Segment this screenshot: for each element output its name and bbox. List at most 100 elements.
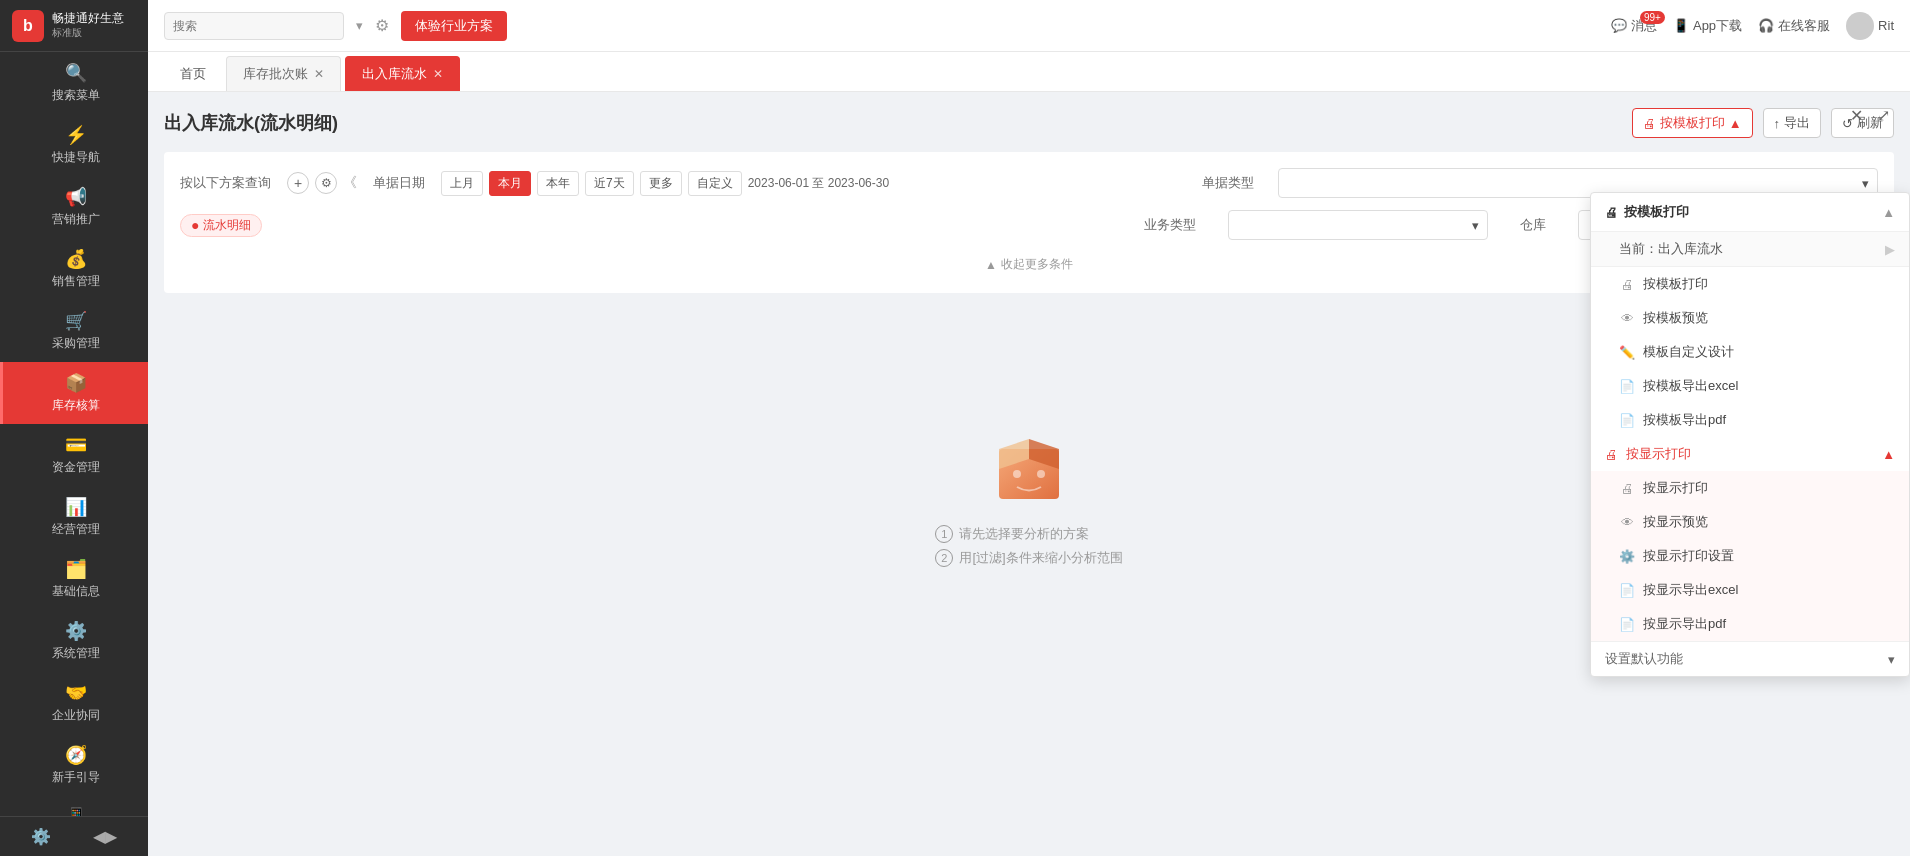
topbar: ▾ ⚙ 体验行业方案 💬 消息 99+ 📱 App下载 🎧 在线客服 [148,0,1910,52]
sidebar-item-search[interactable]: 🔍 搜索菜单 [0,52,148,114]
user-avatar-button[interactable]: Rit [1846,12,1894,40]
export-label: 导出 [1784,114,1810,132]
tab-batch-account[interactable]: 库存批次账 ✕ [226,56,341,91]
dropdown-item-label: 按模板预览 [1643,309,1708,327]
dropdown-item-template-custom[interactable]: ✏️ 模板自定义设计 [1591,335,1909,369]
page-content: 出入库流水(流水明细) 🖨 按模板打印 ▲ ↑ 导出 ↺ 刷新 [148,92,1910,856]
money-icon: 💰 [65,248,87,270]
template-print-dropdown-panel: 🖨 按模板打印 ▲ 当前：出入库流水 ▶ 🖨 按模板打印 👁 [1590,192,1910,677]
sidebar-item-operations[interactable]: 📊 经营管理 [0,486,148,548]
folder-icon: 🗂️ [65,558,87,580]
dropdown-item-template-print[interactable]: 🖨 按模板打印 [1591,267,1909,301]
date-custom-btn[interactable]: 自定义 [688,171,742,196]
filter-add-button[interactable]: + [287,172,309,194]
sidebar-item-purchase[interactable]: 🛒 采购管理 [0,300,148,362]
sidebar-item-label: 快捷导航 [52,149,100,166]
gear-icon: ⚙️ [65,620,87,642]
handshake-icon: 🤝 [65,682,87,704]
dropdown-item-template-export-excel[interactable]: 📄 按模板导出excel [1591,369,1909,403]
sidebar-item-label: 企业协同 [52,707,100,724]
dropdown-item-label: 按模板导出pdf [1643,411,1726,429]
tab-close-icon[interactable]: ✕ [314,67,324,81]
export-button[interactable]: ↑ 导出 [1763,108,1822,138]
template-print-button[interactable]: 🖨 按模板打印 ▲ [1632,108,1753,138]
dropdown-current-item[interactable]: 当前：出入库流水 ▶ [1591,232,1909,267]
empty-step-1: 1 请先选择要分析的方案 [935,525,1122,543]
message-button[interactable]: 💬 消息 99+ [1611,17,1657,35]
dropdown-item-display-print[interactable]: 🖨 按显示打印 [1591,471,1909,505]
collapse-label: 收起更多条件 [1001,256,1073,273]
sidebar-item-sales[interactable]: 💰 销售管理 [0,238,148,300]
sidebar-item-appstore[interactable]: 📱 应用中心 [0,796,148,816]
sidebar-item-label: 销售管理 [52,273,100,290]
panel-close-button[interactable]: ✕ [1846,104,1867,127]
tabs-bar: 首页 库存批次账 ✕ 出入库流水 ✕ [148,52,1910,92]
avatar [1846,12,1874,40]
date-range-display: 2023-06-01 至 2023-06-30 [748,175,889,192]
tab-home[interactable]: 首页 [164,57,222,91]
page-title: 出入库流水(流水明细) [164,111,338,135]
username-label: Rit [1878,18,1894,33]
online-service-button[interactable]: 🎧 在线客服 [1758,17,1830,35]
current-label: 当前：出入库流水 [1619,240,1723,258]
sidebar-item-collab[interactable]: 🤝 企业协同 [0,672,148,734]
custom-item-icon: ✏️ [1619,344,1635,360]
sidebar-item-system[interactable]: ⚙️ 系统管理 [0,610,148,672]
section-title-label: 按显示打印 [1626,445,1691,463]
sidebar-bottom: ⚙️ ◀▶ [0,816,148,856]
industry-solution-button[interactable]: 体验行业方案 [401,11,507,41]
settings-bottom-btn[interactable]: ⚙️ [31,827,51,846]
dropdown-item-display-print-settings[interactable]: ⚙️ 按显示打印设置 [1591,539,1909,573]
dropdown-item-label: 模板自定义设计 [1643,343,1734,361]
dropdown-item-display-export-excel[interactable]: 📄 按显示导出excel [1591,573,1909,607]
sidebar-item-marketing[interactable]: 📢 营销推广 [0,176,148,238]
filter-collapse-button[interactable]: 《 [343,174,357,192]
date-prev-month-btn[interactable]: 上月 [441,171,483,196]
tab-label: 库存批次账 [243,65,308,83]
app-download-button[interactable]: 📱 App下载 [1673,17,1742,35]
sidebar-item-quick-nav[interactable]: ⚡ 快捷导航 [0,114,148,176]
sidebar-item-inventory[interactable]: 📦 库存核算 [0,362,148,424]
sidebar-item-label: 采购管理 [52,335,100,352]
date-more-btn[interactable]: 更多 [640,171,682,196]
tab-close-icon[interactable]: ✕ [433,67,443,81]
sidebar-item-finance[interactable]: 💳 资金管理 [0,424,148,486]
dropdown-footer[interactable]: 设置默认功能 ▾ [1591,641,1909,676]
business-type-dropdown[interactable]: ▾ [1228,210,1488,240]
template-print-label: 按模板打印 [1660,114,1725,132]
search-dropdown-arrow[interactable]: ▾ [356,18,363,33]
dropdown-item-display-export-pdf[interactable]: 📄 按显示导出pdf [1591,607,1909,641]
date-this-month-btn[interactable]: 本月 [489,171,531,196]
print-header-icon: 🖨 [1605,205,1618,220]
search-input[interactable] [164,12,344,40]
topbar-gear-icon[interactable]: ⚙ [375,16,389,35]
logo-icon: b [12,10,44,42]
tab-label: 出入库流水 [362,65,427,83]
dropdown-panel-collapse-arrow[interactable]: ▲ [1882,205,1895,220]
preview-item-icon: 👁 [1619,310,1635,326]
date-this-year-btn[interactable]: 本年 [537,171,579,196]
display-print-section-header[interactable]: 🖨 按显示打印 ▲ [1591,437,1909,471]
warehouse-label: 仓库 [1520,216,1546,234]
svg-point-3 [1013,470,1021,478]
collapse-sidebar-btn[interactable]: ◀▶ [93,827,117,846]
sidebar-item-guide[interactable]: 🧭 新手引导 [0,734,148,796]
panel-expand-button[interactable]: ⤢ [1873,104,1894,127]
filter-setting-button[interactable]: ⚙ [315,172,337,194]
tab-in-out-flow[interactable]: 出入库流水 ✕ [345,56,460,91]
dropdown-item-display-preview[interactable]: 👁 按显示预览 [1591,505,1909,539]
dropdown-item-template-preview[interactable]: 👁 按模板预览 [1591,301,1909,335]
sidebar-item-label: 库存核算 [52,397,100,414]
chevron-down-icon: ▾ [1862,176,1869,191]
display-print-section-content: 🖨 按显示打印 👁 按显示预览 ⚙️ 按显示打印设置 📄 按显示导出excel [1591,471,1909,641]
sidebar-nav: 🔍 搜索菜单 ⚡ 快捷导航 📢 营销推广 💰 销售管理 🛒 采购管理 📦 [0,52,148,816]
dropdown-item-label: 按显示预览 [1643,513,1708,531]
dropdown-item-label: 按显示打印设置 [1643,547,1734,565]
date-last7days-btn[interactable]: 近7天 [585,171,634,196]
sidebar-item-basic[interactable]: 🗂️ 基础信息 [0,548,148,610]
dropdown-item-template-export-pdf[interactable]: 📄 按模板导出pdf [1591,403,1909,437]
headset-icon: 🎧 [1758,18,1774,33]
step-number-1: 1 [935,525,953,543]
section-collapse-arrow[interactable]: ▲ [1882,447,1895,462]
main-area: ▾ ⚙ 体验行业方案 💬 消息 99+ 📱 App下载 🎧 在线客服 [148,0,1910,856]
